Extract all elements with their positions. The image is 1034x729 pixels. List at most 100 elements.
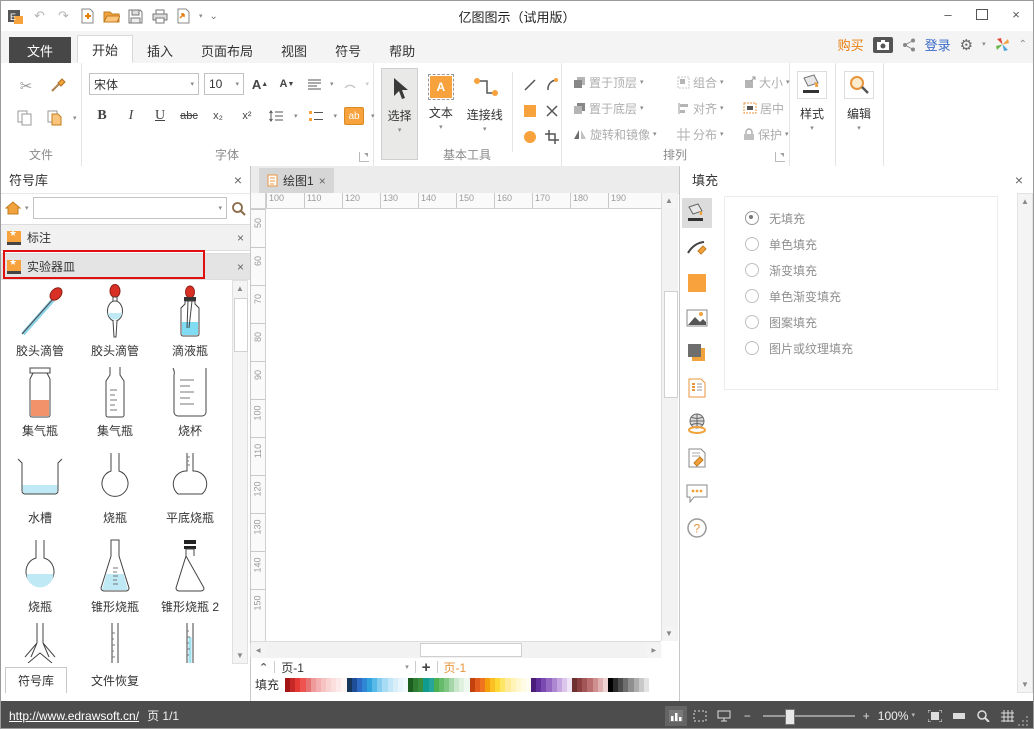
symbol-search-icon[interactable] bbox=[231, 201, 246, 216]
section-close-icon[interactable]: × bbox=[237, 231, 244, 245]
website-link[interactable]: http://www.edrawsoft.cn/ bbox=[9, 709, 139, 723]
help-icon[interactable]: ? bbox=[682, 513, 712, 543]
tab-symbols[interactable]: 符号 bbox=[321, 37, 375, 63]
symbol-water-trough[interactable]: 水槽 bbox=[3, 451, 77, 526]
fill-option-solid[interactable]: 单色填充 bbox=[725, 231, 997, 257]
line-style-icon[interactable] bbox=[682, 233, 712, 263]
page-tab-active[interactable]: 页-1 bbox=[444, 659, 467, 676]
selection-view-icon[interactable] bbox=[689, 706, 711, 726]
export-dropdown-arrow[interactable]: ▾ bbox=[199, 13, 203, 20]
close-button[interactable]: × bbox=[999, 1, 1033, 27]
new-document-button[interactable] bbox=[79, 8, 96, 25]
paste-dropdown-arrow[interactable]: ▾ bbox=[73, 115, 77, 122]
canvas-horizontal-scrollbar[interactable]: ▲ ▲ bbox=[251, 641, 661, 658]
color-swatch[interactable] bbox=[644, 678, 649, 692]
symbol-gas-bottle[interactable]: 集气瓶 bbox=[3, 364, 77, 439]
arrange-dialog-launcher-icon[interactable] bbox=[775, 152, 785, 162]
collapse-ribbon-icon[interactable]: ⌃ bbox=[1019, 39, 1027, 50]
scroll-left-arrow[interactable]: ▲ bbox=[251, 643, 266, 657]
distribute-button[interactable]: 分布▾ bbox=[677, 123, 743, 145]
symbol-panel-close-icon[interactable]: × bbox=[234, 173, 242, 187]
rotate-mirror-button[interactable]: 旋转和镜像▾ bbox=[573, 123, 677, 145]
zoom-slider-thumb[interactable] bbox=[785, 709, 795, 725]
font-name-combo[interactable]: 宋体▾ bbox=[89, 73, 199, 95]
square-icon[interactable] bbox=[519, 100, 541, 122]
scroll-down-arrow[interactable]: ▼ bbox=[1018, 677, 1032, 692]
library-section-callouts[interactable]: 标注 × bbox=[1, 224, 250, 251]
minimize-button[interactable]: – bbox=[931, 1, 965, 27]
send-to-back-button[interactable]: 置于底层▾ bbox=[573, 97, 677, 119]
symbol-thermometer-partial[interactable] bbox=[153, 623, 227, 663]
document-tab[interactable]: 绘图1 × bbox=[259, 168, 334, 193]
shape-icon[interactable] bbox=[682, 268, 712, 298]
fill-panel-close-icon[interactable]: × bbox=[1015, 173, 1023, 187]
cross-icon[interactable] bbox=[541, 100, 563, 122]
settings-dropdown-arrow[interactable]: ▾ bbox=[982, 41, 986, 48]
increase-font-size-button[interactable]: A▲ bbox=[249, 73, 271, 95]
text-arc-button[interactable] bbox=[339, 73, 361, 95]
page-dropdown-arrow[interactable]: ▾ bbox=[405, 664, 409, 671]
hyperlink-icon[interactable] bbox=[682, 408, 712, 438]
symbol-panel-scrollbar[interactable]: ▲ ▼ bbox=[232, 280, 248, 664]
library-section-lab-glassware[interactable]: 实验器皿 × bbox=[1, 253, 250, 280]
symbol-round-flask-liquid[interactable]: 烧瓶 bbox=[3, 538, 77, 615]
tab-symbol-library[interactable]: 符号库 bbox=[5, 667, 67, 693]
export-button[interactable] bbox=[175, 8, 192, 25]
symbol-conical-flask-liquid[interactable]: 锥形烧瓶 bbox=[78, 538, 152, 615]
arc-icon[interactable] bbox=[541, 74, 563, 96]
format-painter-icon[interactable] bbox=[47, 75, 69, 97]
radio-icon[interactable] bbox=[745, 341, 759, 355]
strikethrough-button[interactable]: abc bbox=[178, 105, 200, 127]
undo-button[interactable]: ↶ bbox=[31, 8, 48, 25]
share-icon[interactable] bbox=[902, 38, 916, 52]
fill-option-none[interactable]: 无填充 bbox=[725, 205, 997, 231]
tab-insert[interactable]: 插入 bbox=[133, 37, 187, 63]
presentation-icon[interactable] bbox=[713, 706, 735, 726]
zoom-out-button[interactable]: − bbox=[744, 709, 751, 723]
canvas-vertical-scrollbar[interactable]: ▲ ▼ bbox=[661, 193, 678, 641]
fill-option-single-gradient[interactable]: 单色渐变填充 bbox=[725, 283, 997, 309]
paste-icon[interactable] bbox=[43, 107, 65, 129]
tab-help[interactable]: 帮助 bbox=[375, 37, 429, 63]
resize-grip[interactable] bbox=[1015, 713, 1029, 727]
circle-icon[interactable] bbox=[519, 126, 541, 148]
radio-icon[interactable] bbox=[745, 289, 759, 303]
add-page-button[interactable]: + bbox=[422, 659, 431, 676]
tab-page-layout[interactable]: 页面布局 bbox=[187, 37, 267, 63]
radio-icon[interactable] bbox=[745, 237, 759, 251]
save-button[interactable] bbox=[127, 8, 144, 25]
copy-icon[interactable] bbox=[13, 107, 35, 129]
bullet-dropdown-arrow[interactable]: ▾ bbox=[334, 113, 338, 120]
crop-icon[interactable] bbox=[541, 126, 563, 148]
login-button[interactable]: 登录 bbox=[925, 35, 951, 54]
font-dialog-launcher-icon[interactable] bbox=[359, 152, 369, 162]
scroll-right-arrow[interactable]: ▲ bbox=[647, 643, 662, 657]
attachment-icon[interactable] bbox=[682, 443, 712, 473]
fill-panel-scrollbar[interactable]: ▲ ▼ bbox=[1017, 193, 1033, 693]
buy-button[interactable]: 购买 bbox=[838, 35, 864, 54]
align-dropdown-arrow[interactable]: ▾ bbox=[330, 81, 334, 88]
scroll-down-arrow[interactable]: ▼ bbox=[662, 626, 676, 641]
bold-button[interactable]: B bbox=[91, 105, 113, 127]
chart-view-icon[interactable] bbox=[665, 706, 687, 726]
screenshot-icon[interactable] bbox=[873, 37, 893, 53]
document-tab-close-icon[interactable]: × bbox=[319, 174, 326, 188]
library-home-dropdown-arrow[interactable]: ▾ bbox=[25, 205, 29, 212]
symbol-conical-flask-capped[interactable]: 锥形烧瓶 2 bbox=[153, 538, 227, 615]
tab-view[interactable]: 视图 bbox=[267, 37, 321, 63]
fit-page-icon[interactable] bbox=[924, 706, 946, 726]
brand-pinwheel-icon[interactable] bbox=[995, 37, 1010, 52]
scroll-up-arrow[interactable]: ▲ bbox=[1018, 194, 1032, 209]
drawing-canvas[interactable] bbox=[266, 209, 661, 641]
symbol-beaker[interactable]: 烧杯 bbox=[153, 364, 227, 439]
page-dropdown[interactable]: 页-1 bbox=[281, 659, 399, 676]
customize-quick-access-button[interactable]: ⌄ bbox=[210, 11, 218, 22]
zoom-level[interactable]: 100% bbox=[878, 709, 909, 723]
tab-file-recovery[interactable]: 文件恢复 bbox=[79, 668, 151, 693]
tab-home[interactable]: 开始 bbox=[77, 35, 133, 63]
align-text-button[interactable] bbox=[303, 73, 325, 95]
shadow-icon[interactable] bbox=[682, 338, 712, 368]
maximize-button[interactable] bbox=[965, 1, 999, 27]
redo-button[interactable]: ↷ bbox=[55, 8, 72, 25]
scroll-up-arrow[interactable]: ▲ bbox=[662, 193, 676, 208]
